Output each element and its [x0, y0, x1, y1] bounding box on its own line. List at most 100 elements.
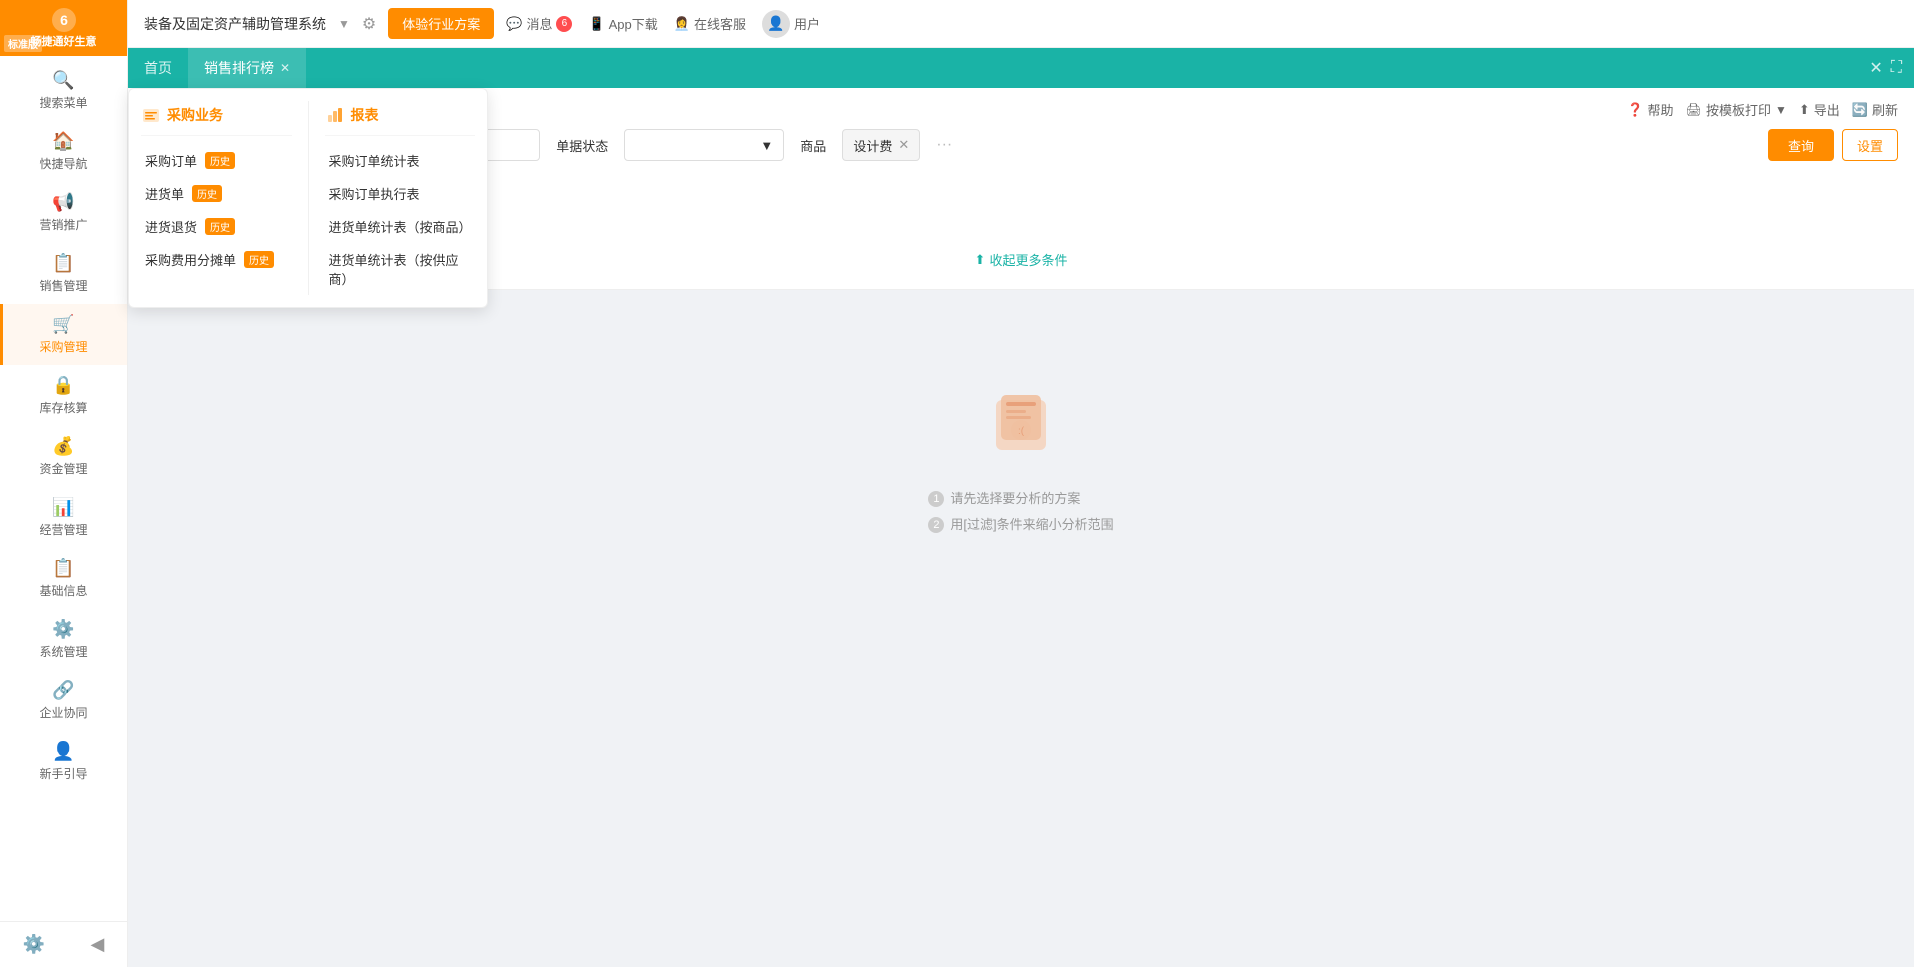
- menu-item-purchase-return[interactable]: 进货退货 历史: [141, 210, 292, 243]
- sales-icon: 📋: [52, 253, 74, 274]
- sidebar-item-marketing[interactable]: 📢 营销推广: [0, 182, 127, 243]
- menu-col-purchase: 采购业务 采购订单 历史 进货单 历史 进货退货 历史 采购费用分摊单 历史: [129, 101, 304, 295]
- menu-item-expense-label: 采购费用分摊单: [145, 250, 236, 269]
- tab-home[interactable]: 首页: [128, 48, 188, 88]
- user-avatar: 👤: [762, 10, 790, 38]
- sidebar-item-label: 营销推广: [39, 216, 87, 233]
- menu-item-inbound-stats-goods[interactable]: 进货单统计表（按商品）: [325, 210, 476, 243]
- sidebar-item-label: 经营管理: [39, 521, 87, 538]
- menu-section-purchase-title: 采购业务: [141, 101, 292, 136]
- edition-tag: 标准版: [4, 35, 42, 52]
- sidebar-item-basic-info[interactable]: 📋 基础信息: [0, 548, 127, 609]
- sidebar-item-system[interactable]: ⚙️ 系统管理: [0, 609, 127, 670]
- menu-item-inbound-stats-supplier-label: 进货单统计表（按供应商）: [329, 250, 472, 288]
- enterprise-icon: 🔗: [52, 680, 74, 701]
- tab-sales-ranking[interactable]: 销售排行榜 ✕: [188, 48, 306, 88]
- basic-info-icon: 📋: [52, 558, 74, 579]
- menu-section-purchase-label: 采购业务: [167, 105, 223, 125]
- menu-divider: [308, 101, 309, 295]
- svg-text:6: 6: [60, 12, 68, 28]
- system-dropdown-arrow[interactable]: ▼: [338, 17, 350, 31]
- export-label: 导出: [1814, 100, 1840, 119]
- goods-label: 商品: [800, 136, 826, 155]
- nav-menu: 🔍 搜索菜单 🏠 快捷导航 📢 营销推广 📋 销售管理 🛒 采购管理 🔒 库存核…: [0, 56, 127, 921]
- doc-status-select[interactable]: ▼: [624, 129, 784, 161]
- history-badge-4: 历史: [244, 251, 274, 268]
- search-icon: 🔍: [52, 70, 74, 91]
- user-btn[interactable]: 👤 用户: [762, 10, 820, 38]
- goods-more[interactable]: ···: [936, 136, 952, 154]
- app-download-btn[interactable]: 📱 App下载: [588, 14, 657, 33]
- goods-tag-close[interactable]: ✕: [898, 137, 909, 153]
- help-btn[interactable]: ❓ 帮助: [1627, 100, 1673, 119]
- user-label: 用户: [794, 14, 820, 33]
- menu-item-inbound-label: 进货单: [145, 184, 184, 203]
- tab-home-label: 首页: [144, 58, 172, 78]
- refresh-icon: 🔄: [1852, 102, 1868, 118]
- tab-fullscreen-btn[interactable]: ⛶: [1891, 59, 1902, 77]
- print-dropdown[interactable]: ▼: [1775, 103, 1787, 117]
- help-label: 帮助: [1647, 100, 1673, 119]
- history-badge-3: 历史: [205, 218, 235, 235]
- finance-icon: 💰: [52, 436, 74, 457]
- tab-close-btn[interactable]: ✕: [280, 61, 290, 75]
- hint-text-2: 用[过滤]条件来缩小分析范围: [950, 512, 1113, 538]
- doc-status-arrow: ▼: [760, 138, 773, 153]
- operation-icon: 📊: [52, 497, 74, 518]
- sidebar-bottom: ⚙️ ◀: [0, 921, 127, 967]
- export-btn[interactable]: ⬆ 导出: [1799, 100, 1840, 119]
- collapse-up-icon: ⬆: [975, 252, 986, 268]
- phone-icon: 📱: [588, 16, 604, 32]
- hint-num-2: 2: [928, 517, 944, 533]
- print-icon: 🖨: [1685, 102, 1702, 118]
- messages-btn[interactable]: 💬 消息 6: [506, 14, 572, 33]
- print-btn[interactable]: 🖨 按模板打印 ▼: [1685, 100, 1786, 119]
- menu-item-order-execute-label: 采购订单执行表: [329, 184, 420, 203]
- message-icon: 💬: [506, 16, 522, 32]
- sidebar-item-label: 企业协同: [39, 704, 87, 721]
- svg-text::(: :(: [1018, 426, 1025, 437]
- collapse-sidebar-btn[interactable]: ◀: [90, 934, 104, 955]
- sidebar-item-inventory[interactable]: 🔒 库存核算: [0, 365, 127, 426]
- menu-item-purchase-order[interactable]: 采购订单 历史: [141, 144, 292, 177]
- sidebar-item-purchase[interactable]: 🛒 采购管理: [0, 304, 127, 365]
- tab-close-window-btn[interactable]: ✕: [1869, 58, 1882, 78]
- sidebar-item-finance[interactable]: 💰 资金管理: [0, 426, 127, 487]
- messages-label: 消息: [526, 14, 552, 33]
- menu-item-order-stats-label: 采购订单统计表: [329, 151, 420, 170]
- refresh-btn[interactable]: 🔄 刷新: [1852, 100, 1898, 119]
- industry-btn[interactable]: 体验行业方案: [388, 8, 494, 39]
- sidebar-item-enterprise[interactable]: 🔗 企业协同: [0, 670, 127, 731]
- menu-item-order-stats[interactable]: 采购订单统计表: [325, 144, 476, 177]
- purchase-dropdown-menu: 采购业务 采购订单 历史 进货单 历史 进货退货 历史 采购费用分摊单 历史 报…: [128, 88, 488, 308]
- sidebar-item-quick-nav[interactable]: 🏠 快捷导航: [0, 121, 127, 182]
- doc-status-label: 单据状态: [556, 136, 608, 155]
- settings-bottom-btn[interactable]: ⚙️: [23, 934, 45, 955]
- sidebar-item-label: 基础信息: [39, 582, 87, 599]
- sidebar-item-label: 采购管理: [39, 338, 87, 355]
- messages-badge: 6: [556, 16, 572, 32]
- sidebar-item-search[interactable]: 🔍 搜索菜单: [0, 60, 127, 121]
- menu-item-order-execute[interactable]: 采购订单执行表: [325, 177, 476, 210]
- menu-item-purchase-expense[interactable]: 采购费用分摊单 历史: [141, 243, 292, 276]
- online-service-btn[interactable]: 👩‍💼 在线客服: [674, 14, 746, 33]
- sidebar-item-sales[interactable]: 📋 销售管理: [0, 243, 127, 304]
- history-badge-2: 历史: [192, 185, 222, 202]
- sidebar-item-guide[interactable]: 👤 新手引导: [0, 731, 127, 792]
- online-service-label: 在线客服: [694, 14, 746, 33]
- sidebar-item-label: 快捷导航: [39, 155, 87, 172]
- setting-btn[interactable]: 设置: [1842, 129, 1898, 161]
- marketing-icon: 📢: [52, 192, 74, 213]
- menu-item-inbound-stats-supplier[interactable]: 进货单统计表（按供应商）: [325, 243, 476, 295]
- settings-icon[interactable]: ⚙: [362, 14, 376, 34]
- hint-num-1: 1: [928, 491, 944, 507]
- export-icon: ⬆: [1799, 102, 1810, 118]
- sidebar-item-operation[interactable]: 📊 经营管理: [0, 487, 127, 548]
- inventory-icon: 🔒: [52, 375, 74, 396]
- menu-item-inbound-stats-goods-label: 进货单统计表（按商品）: [329, 217, 472, 236]
- menu-item-purchase-inbound[interactable]: 进货单 历史: [141, 177, 292, 210]
- collapse-btn[interactable]: ⬆ 收起更多条件: [975, 242, 1068, 277]
- sidebar-item-label: 系统管理: [39, 643, 87, 660]
- query-btn[interactable]: 查询: [1768, 129, 1834, 161]
- menu-item-purchase-order-label: 采购订单: [145, 151, 197, 170]
